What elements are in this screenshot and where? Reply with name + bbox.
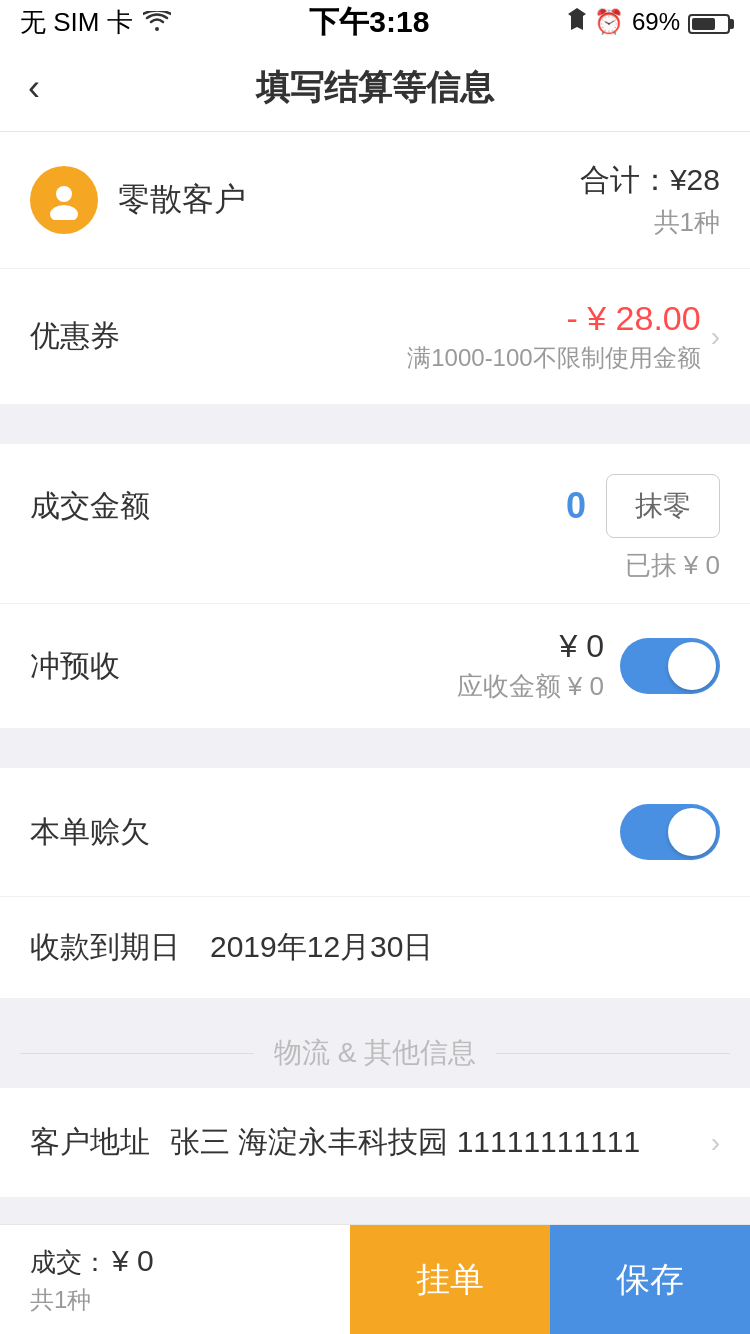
- status-left: 无 SIM 卡: [20, 5, 171, 40]
- debt-toggle-knob: [668, 808, 716, 856]
- bottom-bar: 成交： ¥ 0 共1种 挂单 保存: [0, 1224, 750, 1334]
- coupon-right: - ¥ 28.00 满1000-100不限制使用金额 ›: [407, 299, 720, 374]
- logistics-divider: 物流 & 其他信息: [0, 1018, 750, 1088]
- wifi-icon: [143, 7, 171, 38]
- address-label: 客户地址: [30, 1122, 150, 1163]
- address-value: 张三 海淀永丰科技园 11111111111: [170, 1122, 711, 1163]
- address-row[interactable]: 客户地址 张三 海淀永丰科技园 11111111111 ›: [0, 1088, 750, 1197]
- prepay-toggle[interactable]: [620, 638, 720, 694]
- prepay-right: ¥ 0 应收金额 ¥ 0: [457, 628, 720, 704]
- amount-row: 成交金额 0 抹零: [0, 444, 750, 548]
- bottom-left: 成交： ¥ 0 共1种: [0, 1244, 350, 1316]
- debt-row: 本单赊欠: [0, 768, 750, 896]
- prepay-receivable: 应收金额 ¥ 0: [457, 669, 604, 704]
- transaction-value: 0: [566, 485, 586, 527]
- due-date-value: 2019年12月30日: [210, 927, 433, 968]
- main-content: 零散客户 合计：¥28 共1种 优惠券 - ¥ 28.00 满1000-100不…: [0, 132, 750, 1334]
- customer-row: 零散客户 合计：¥28 共1种: [0, 132, 750, 268]
- coupon-values: - ¥ 28.00 满1000-100不限制使用金额: [407, 299, 700, 374]
- transaction-section: 成交金额 0 抹零 已抹 ¥ 0 冲预收 ¥ 0 应收金额 ¥ 0: [0, 444, 750, 728]
- no-sim-text: 无 SIM 卡: [20, 5, 133, 40]
- transaction-sub: 已抹 ¥ 0: [0, 548, 750, 603]
- prepay-label: 冲预收: [30, 646, 120, 687]
- alarm-icon: ⏰: [594, 8, 624, 36]
- customer-name: 零散客户: [118, 178, 246, 222]
- prepay-row: 冲预收 ¥ 0 应收金额 ¥ 0: [0, 603, 750, 728]
- time-display: 下午3:18: [309, 2, 429, 43]
- bottom-deal-row: 成交： ¥ 0: [30, 1244, 320, 1280]
- section-divider-1: [0, 424, 750, 444]
- svg-point-1: [50, 205, 78, 220]
- logistics-text: 物流 & 其他信息: [274, 1034, 476, 1072]
- address-section: 客户地址 张三 海淀永丰科技园 11111111111 ›: [0, 1088, 750, 1197]
- round-button[interactable]: 抹零: [606, 474, 720, 538]
- total-label: 合计：¥28: [580, 160, 720, 201]
- due-date-row: 收款到期日 2019年12月30日: [0, 896, 750, 998]
- avatar: [30, 166, 98, 234]
- back-button[interactable]: ‹: [28, 67, 40, 109]
- bottom-count: 共1种: [30, 1284, 320, 1316]
- status-right: ⏰ 69%: [568, 8, 730, 36]
- svg-point-0: [56, 186, 72, 202]
- customer-left: 零散客户: [30, 166, 246, 234]
- customer-section: 零散客户 合计：¥28 共1种 优惠券 - ¥ 28.00 满1000-100不…: [0, 132, 750, 404]
- bottom-deal-label: 成交：: [30, 1245, 108, 1280]
- logistics-line-right: [496, 1053, 730, 1054]
- bottom-deal-value: ¥ 0: [112, 1244, 154, 1278]
- battery-icon: [688, 8, 730, 36]
- section-divider-2: [0, 748, 750, 768]
- debt-section: 本单赊欠 收款到期日 2019年12月30日: [0, 768, 750, 998]
- status-bar: 无 SIM 卡 下午3:18 ⏰ 69%: [0, 0, 750, 44]
- battery-percentage: 69%: [632, 8, 680, 36]
- debt-label: 本单赊欠: [30, 812, 150, 853]
- toggle-knob: [668, 642, 716, 690]
- amount-right: 0 抹零: [566, 474, 720, 538]
- nav-bar: ‹ 填写结算等信息: [0, 44, 750, 132]
- due-date-label: 收款到期日: [30, 927, 180, 968]
- save-button[interactable]: 保存: [550, 1225, 750, 1335]
- logistics-line-left: [20, 1053, 254, 1054]
- total-count: 共1种: [580, 205, 720, 240]
- customer-right: 合计：¥28 共1种: [580, 160, 720, 240]
- prepay-amount: ¥ 0: [457, 628, 604, 665]
- prepay-values: ¥ 0 应收金额 ¥ 0: [457, 628, 604, 704]
- address-chevron-icon: ›: [711, 1127, 720, 1159]
- location-icon: [568, 8, 586, 36]
- hang-button[interactable]: 挂单: [350, 1225, 550, 1335]
- page-title: 填写结算等信息: [256, 65, 494, 111]
- coupon-desc: 满1000-100不限制使用金额: [407, 342, 700, 374]
- chevron-right-icon: ›: [711, 321, 720, 353]
- coupon-row[interactable]: 优惠券 - ¥ 28.00 满1000-100不限制使用金额 ›: [0, 268, 750, 404]
- debt-toggle[interactable]: [620, 804, 720, 860]
- coupon-label: 优惠券: [30, 316, 120, 357]
- coupon-amount: - ¥ 28.00: [407, 299, 700, 338]
- transaction-label: 成交金额: [30, 486, 150, 527]
